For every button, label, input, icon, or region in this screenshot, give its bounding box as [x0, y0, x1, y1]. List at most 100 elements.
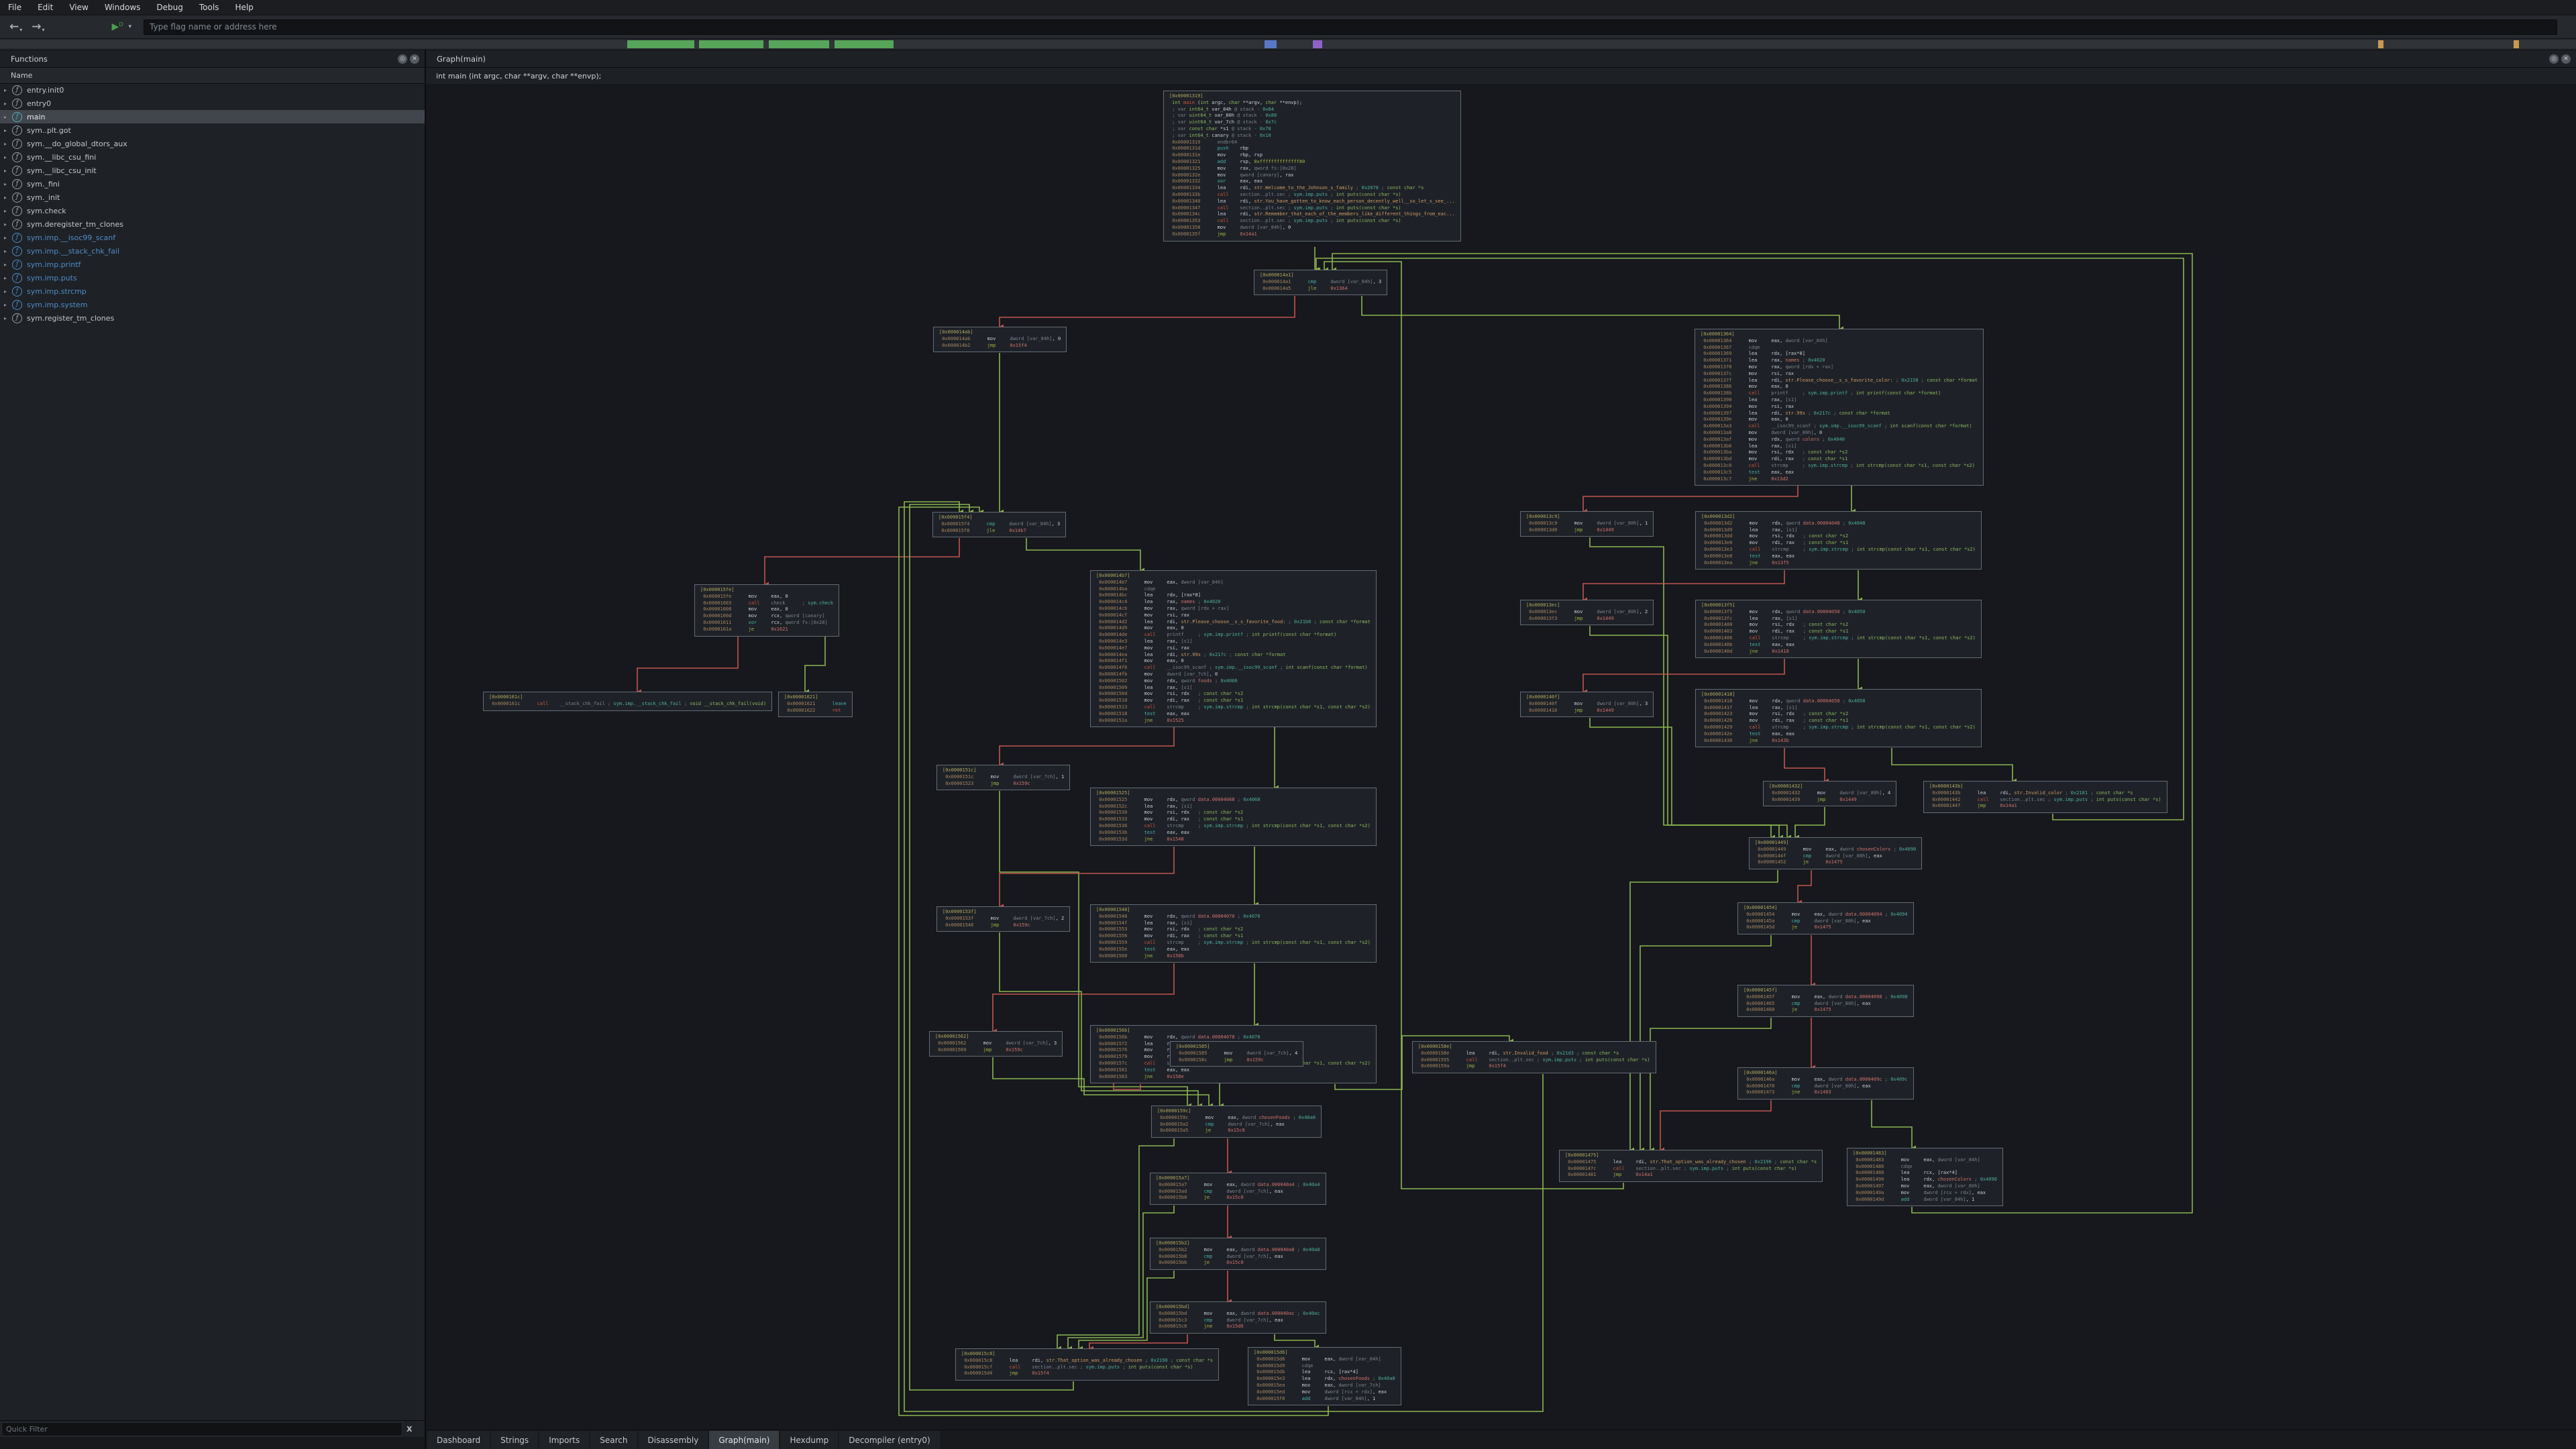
debug-start-icon[interactable]: ▶	[112, 21, 119, 32]
graph-block-0x000013ec[interactable]: [0x000013ec] 0x000013ec mov dword [var_8…	[1520, 600, 1654, 626]
expand-arrow-icon[interactable]: ▸	[4, 127, 12, 133]
search-input[interactable]	[144, 19, 2558, 35]
function-item-sym.imp.__stack_chk_fail[interactable]: ▸ ƒ sym.imp.__stack_chk_fail	[0, 244, 425, 258]
graph-block-0x00001449[interactable]: [0x00001449] 0x00001449 mov eax, dword c…	[1749, 837, 1923, 870]
function-item-sym.imp.__isoc99_scanf[interactable]: ▸ ƒ sym.imp.__isoc99_scanf	[0, 231, 425, 244]
menu-view[interactable]: View	[61, 0, 96, 15]
expand-arrow-icon[interactable]: ▸	[4, 275, 12, 281]
graph-block-0x000014a1[interactable]: [0x000014a1] 0x000014a1 cmp dword [var_8…	[1254, 270, 1388, 296]
graph-block-0x000015d6[interactable]: [0x000015d6] 0x000015d6 mov eax, dword […	[1248, 1347, 1401, 1406]
expand-arrow-icon[interactable]: ▸	[4, 101, 12, 107]
graph-block-0x00001364[interactable]: [0x00001364] 0x00001364 mov eax, dword […	[1695, 329, 1984, 486]
graph-block-0x00001432[interactable]: [0x00001432] 0x00001432 mov dword [var_8…	[1763, 781, 1897, 807]
graph-block-0x00001475[interactable]: [0x00001475] 0x00001475 lea rdi, str.Tha…	[1559, 1150, 1823, 1183]
graph-block-0x00001525[interactable]: [0x00001525] 0x00001525 mov rdx, qword d…	[1090, 788, 1377, 847]
function-item-sym.imp.puts[interactable]: ▸ ƒ sym.imp.puts	[0, 271, 425, 284]
expand-arrow-icon[interactable]: ▸	[4, 235, 12, 241]
graph-block-0x00001585[interactable]: [0x00001585] 0x00001585 mov dword [var_7…	[1170, 1041, 1304, 1067]
memory-nav-bar[interactable]	[0, 39, 2576, 50]
graph-block-0x0000146a[interactable]: [0x0000146a] 0x0000146a mov eax, dword d…	[1737, 1067, 1914, 1100]
close-icon[interactable]: ✕	[2561, 54, 2571, 64]
quick-filter-close-button[interactable]: X	[407, 1425, 412, 1434]
function-item-entry0[interactable]: ▸ ƒ entry0	[0, 97, 425, 110]
undock-icon[interactable]: ◎	[398, 54, 407, 64]
expand-arrow-icon[interactable]: ▸	[4, 168, 12, 174]
graph-block-0x0000140f[interactable]: [0x0000140f] 0x0000140f mov dword [var_8…	[1520, 692, 1654, 718]
menu-edit[interactable]: Edit	[30, 0, 61, 15]
function-item-sym.imp.system[interactable]: ▸ ƒ sym.imp.system	[0, 298, 425, 311]
function-item-sym._init[interactable]: ▸ ƒ sym._init	[0, 191, 425, 204]
quick-filter-input[interactable]	[1, 1421, 402, 1436]
menu-file[interactable]: File	[0, 0, 30, 15]
function-item-sym.__libc_csu_fini[interactable]: ▸ ƒ sym.__libc_csu_fini	[0, 150, 425, 164]
expand-arrow-icon[interactable]: ▸	[4, 262, 12, 268]
tab-disassembly[interactable]: Disassembly	[638, 1431, 708, 1449]
graph-block-0x0000161c[interactable]: [0x0000161c] 0x0000161c call __stack_chk…	[483, 692, 773, 711]
back-dropdown-icon[interactable]: ▾	[19, 27, 22, 33]
graph-block-0x000013c9[interactable]: [0x000013c9] 0x000013c9 mov dword [var_8…	[1520, 511, 1654, 537]
function-item-sym.__do_global_dtors_aux[interactable]: ▸ ƒ sym.__do_global_dtors_aux	[0, 137, 425, 150]
expand-arrow-icon[interactable]: ▸	[4, 302, 12, 308]
graph-block-0x000015b2[interactable]: [0x000015b2] 0x000015b2 mov eax, dword d…	[1150, 1238, 1326, 1271]
undock-icon[interactable]: ◎	[2549, 54, 2559, 64]
function-item-sym.deregister_tm_clones[interactable]: ▸ ƒ sym.deregister_tm_clones	[0, 217, 425, 231]
function-item-sym.imp.strcmp[interactable]: ▸ ƒ sym.imp.strcmp	[0, 284, 425, 298]
function-item-sym..plt.got[interactable]: ▸ ƒ sym..plt.got	[0, 123, 425, 137]
menu-tools[interactable]: Tools	[191, 0, 227, 15]
graph-block-0x000014ab[interactable]: [0x000014ab] 0x000014ab mov dword [var_8…	[933, 327, 1067, 353]
close-icon[interactable]: ✕	[410, 54, 419, 64]
graph-block-0x0000159c[interactable]: [0x0000159c] 0x0000159c mov eax, dword c…	[1151, 1106, 1322, 1138]
expand-arrow-icon[interactable]: ▸	[4, 181, 12, 187]
tab-graph-main-[interactable]: Graph(main)	[709, 1431, 780, 1449]
graph-block-0x0000158e[interactable]: [0x0000158e] 0x0000158e lea rdi, str.Inv…	[1412, 1041, 1656, 1074]
graph-block-0x00001621[interactable]: [0x00001621] 0x00001621 leave 0x00001622…	[778, 692, 853, 718]
menu-debug[interactable]: Debug	[148, 0, 191, 15]
forward-dropdown-icon[interactable]: ▾	[42, 27, 45, 33]
expand-arrow-icon[interactable]: ▸	[4, 195, 12, 201]
graph-block-0x000013f5[interactable]: [0x000013f5] 0x000013f5 mov rdx, qword d…	[1695, 600, 1982, 659]
graph-block-0x000015fe[interactable]: [0x000015fe] 0x000015fe mov eax, 0 0x000…	[694, 584, 840, 637]
graph-block-0x000014b7[interactable]: [0x000014b7] 0x000014b7 mov eax, dword […	[1090, 570, 1377, 728]
graph-block-0x00001548[interactable]: [0x00001548] 0x00001548 mov rdx, qword d…	[1090, 904, 1377, 963]
graph-block-0x000015f4[interactable]: [0x000015f4] 0x000015f4 cmp dword [var_8…	[932, 512, 1067, 538]
graph-canvas[interactable]: [0x00001319] int main (int argc, char **…	[426, 84, 2576, 1430]
graph-block-0x00001454[interactable]: [0x00001454] 0x00001454 mov eax, dword d…	[1737, 902, 1914, 935]
graph-block-0x00001418[interactable]: [0x00001418] 0x00001418 mov rdx, qword d…	[1695, 689, 1982, 748]
expand-arrow-icon[interactable]: ▸	[4, 87, 12, 93]
expand-arrow-icon[interactable]: ▸	[4, 288, 12, 294]
tab-strings[interactable]: Strings	[491, 1431, 539, 1449]
expand-arrow-icon[interactable]: ▸	[4, 114, 12, 120]
graph-block-0x0000151c[interactable]: [0x0000151c] 0x0000151c mov dword [var_7…	[936, 765, 1071, 791]
function-item-sym.check[interactable]: ▸ ƒ sym.check	[0, 204, 425, 217]
back-button[interactable]: ←	[9, 20, 19, 34]
expand-arrow-icon[interactable]: ▸	[4, 248, 12, 254]
function-item-main[interactable]: ▸ ƒ main	[0, 110, 425, 123]
graph-block-0x000013d2[interactable]: [0x000013d2] 0x000013d2 mov rdx, qword d…	[1695, 511, 1982, 570]
graph-block-0x000015a7[interactable]: [0x000015a7] 0x000015a7 mov eax, dword d…	[1150, 1173, 1326, 1205]
graph-block-0x0000153f[interactable]: [0x0000153f] 0x0000153f mov dword [var_7…	[936, 906, 1071, 932]
graph-block-0x00001319[interactable]: [0x00001319] int main (int argc, char **…	[1163, 91, 1461, 241]
expand-arrow-icon[interactable]: ▸	[4, 208, 12, 214]
tab-decompiler-entry0-[interactable]: Decompiler (entry0)	[839, 1431, 940, 1449]
tab-hexdump[interactable]: Hexdump	[780, 1431, 839, 1449]
expand-arrow-icon[interactable]: ▸	[4, 154, 12, 160]
graph-block-0x000015c8[interactable]: [0x000015c8] 0x000015c8 lea rdi, str.Tha…	[955, 1348, 1220, 1381]
menu-windows[interactable]: Windows	[97, 0, 149, 15]
tab-imports[interactable]: Imports	[539, 1431, 590, 1449]
graph-block-0x0000145f[interactable]: [0x0000145f] 0x0000145f mov eax, dword d…	[1737, 985, 1914, 1018]
graph-block-0x00001562[interactable]: [0x00001562] 0x00001562 mov dword [var_7…	[929, 1031, 1063, 1057]
expand-arrow-icon[interactable]: ▸	[4, 315, 12, 321]
expand-arrow-icon[interactable]: ▸	[4, 221, 12, 227]
function-item-sym.imp.printf[interactable]: ▸ ƒ sym.imp.printf	[0, 258, 425, 271]
function-item-sym._fini[interactable]: ▸ ƒ sym._fini	[0, 177, 425, 191]
forward-button[interactable]: →	[32, 20, 41, 34]
graph-block-0x00001483[interactable]: [0x00001483] 0x00001483 mov eax, dword […	[1847, 1148, 2003, 1207]
function-item-sym.register_tm_clones[interactable]: ▸ ƒ sym.register_tm_clones	[0, 311, 425, 325]
tab-search[interactable]: Search	[590, 1431, 637, 1449]
graph-block-0x0000143b[interactable]: [0x0000143b] 0x0000143b lea rdi, str.Inv…	[1923, 781, 2167, 814]
tab-dashboard[interactable]: Dashboard	[427, 1431, 490, 1449]
name-column-header[interactable]: Name	[0, 68, 425, 84]
graph-block-0x000015bd[interactable]: [0x000015bd] 0x000015bd mov eax, dword d…	[1150, 1301, 1326, 1334]
function-item-entry.init0[interactable]: ▸ ƒ entry.init0	[0, 83, 425, 97]
expand-arrow-icon[interactable]: ▸	[4, 141, 12, 147]
